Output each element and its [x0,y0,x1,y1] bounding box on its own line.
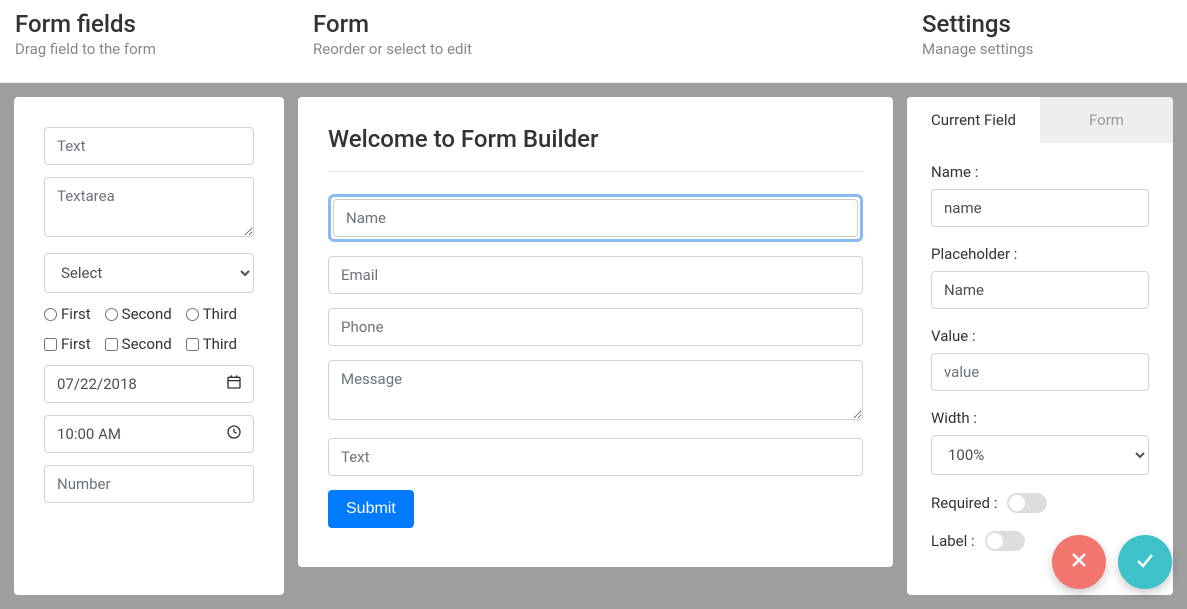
tab-current-field[interactable]: Current Field [907,97,1040,143]
setting-label-label: Label : [931,532,975,550]
palette-radio-third[interactable]: Third [186,305,237,323]
radio-input[interactable] [44,308,57,321]
check-input[interactable] [105,338,118,351]
form-input-text[interactable] [328,438,863,476]
check-input[interactable] [44,338,57,351]
radio-label: First [61,305,91,323]
setting-label-toggle[interactable] [985,531,1025,551]
close-icon [1067,548,1091,576]
palette-check-third[interactable]: Third [186,335,237,353]
setting-placeholder-label: Placeholder : [931,245,1149,263]
submit-button[interactable]: Submit [328,490,414,528]
form-input-email[interactable] [328,256,863,294]
header-row: Form fields Drag field to the form Form … [0,0,1187,83]
palette-radio-second[interactable]: Second [105,305,172,323]
palette-radio-group: First Second Third [44,305,254,323]
setting-width-select[interactable]: 100% [931,435,1149,475]
check-label: Third [203,335,237,353]
body-row: Select First Second Third First Second T… [0,83,1187,609]
fab-container [1052,535,1172,589]
palette-check-first[interactable]: First [44,335,91,353]
palette-radio-first[interactable]: First [44,305,91,323]
setting-required-label: Required : [931,494,997,512]
radio-input[interactable] [186,308,199,321]
palette-time-input[interactable] [44,415,254,453]
settings-tabs: Current Field Form [907,97,1173,143]
fab-cancel-button[interactable] [1052,535,1106,589]
header-settings: Settings Manage settings [907,0,1187,82]
header-sub-fields: Drag field to the form [15,40,283,58]
setting-required-toggle[interactable] [1007,493,1047,513]
setting-value-input[interactable] [931,353,1149,391]
palette-panel: Select First Second Third First Second T… [14,97,284,595]
radio-label: Second [122,305,172,323]
form-canvas-panel: Welcome to Form Builder Submit [298,97,893,567]
form-field-message[interactable] [328,360,863,424]
setting-value-label: Value : [931,327,1149,345]
palette-text-input[interactable] [44,127,254,165]
form-field-name[interactable] [328,194,863,242]
radio-label: Third [203,305,237,323]
palette-check-second[interactable]: Second [105,335,172,353]
form-input-phone[interactable] [328,308,863,346]
fab-confirm-button[interactable] [1118,535,1172,589]
form-input-message[interactable] [328,360,863,420]
radio-input[interactable] [105,308,118,321]
header-title-settings: Settings [922,10,1172,38]
palette-date-input[interactable] [44,365,254,403]
check-label: Second [122,335,172,353]
check-input[interactable] [186,338,199,351]
form-input-name[interactable] [333,199,858,237]
settings-body: Name : Placeholder : Value : Width : 100… [907,143,1173,589]
form-field-email[interactable] [328,256,863,294]
header-title-fields: Form fields [15,10,283,38]
palette-select[interactable]: Select [44,253,254,293]
form-field-text[interactable] [328,438,863,476]
palette-check-group: First Second Third [44,335,254,353]
form-title: Welcome to Form Builder [328,125,863,153]
palette-textarea[interactable] [44,177,254,237]
form-divider [328,171,863,172]
header-form: Form Reorder or select to edit [298,0,907,82]
setting-width-label: Width : [931,409,1149,427]
setting-name-input[interactable] [931,189,1149,227]
header-sub-form: Reorder or select to edit [313,40,892,58]
check-icon [1133,548,1157,576]
tab-form[interactable]: Form [1040,97,1173,143]
header-form-fields: Form fields Drag field to the form [0,0,298,82]
header-title-form: Form [313,10,892,38]
header-sub-settings: Manage settings [922,40,1172,58]
palette-number-input[interactable] [44,465,254,503]
form-field-phone[interactable] [328,308,863,346]
setting-name-label: Name : [931,163,1149,181]
check-label: First [61,335,91,353]
setting-placeholder-input[interactable] [931,271,1149,309]
settings-panel: Current Field Form Name : Placeholder : … [907,97,1173,595]
